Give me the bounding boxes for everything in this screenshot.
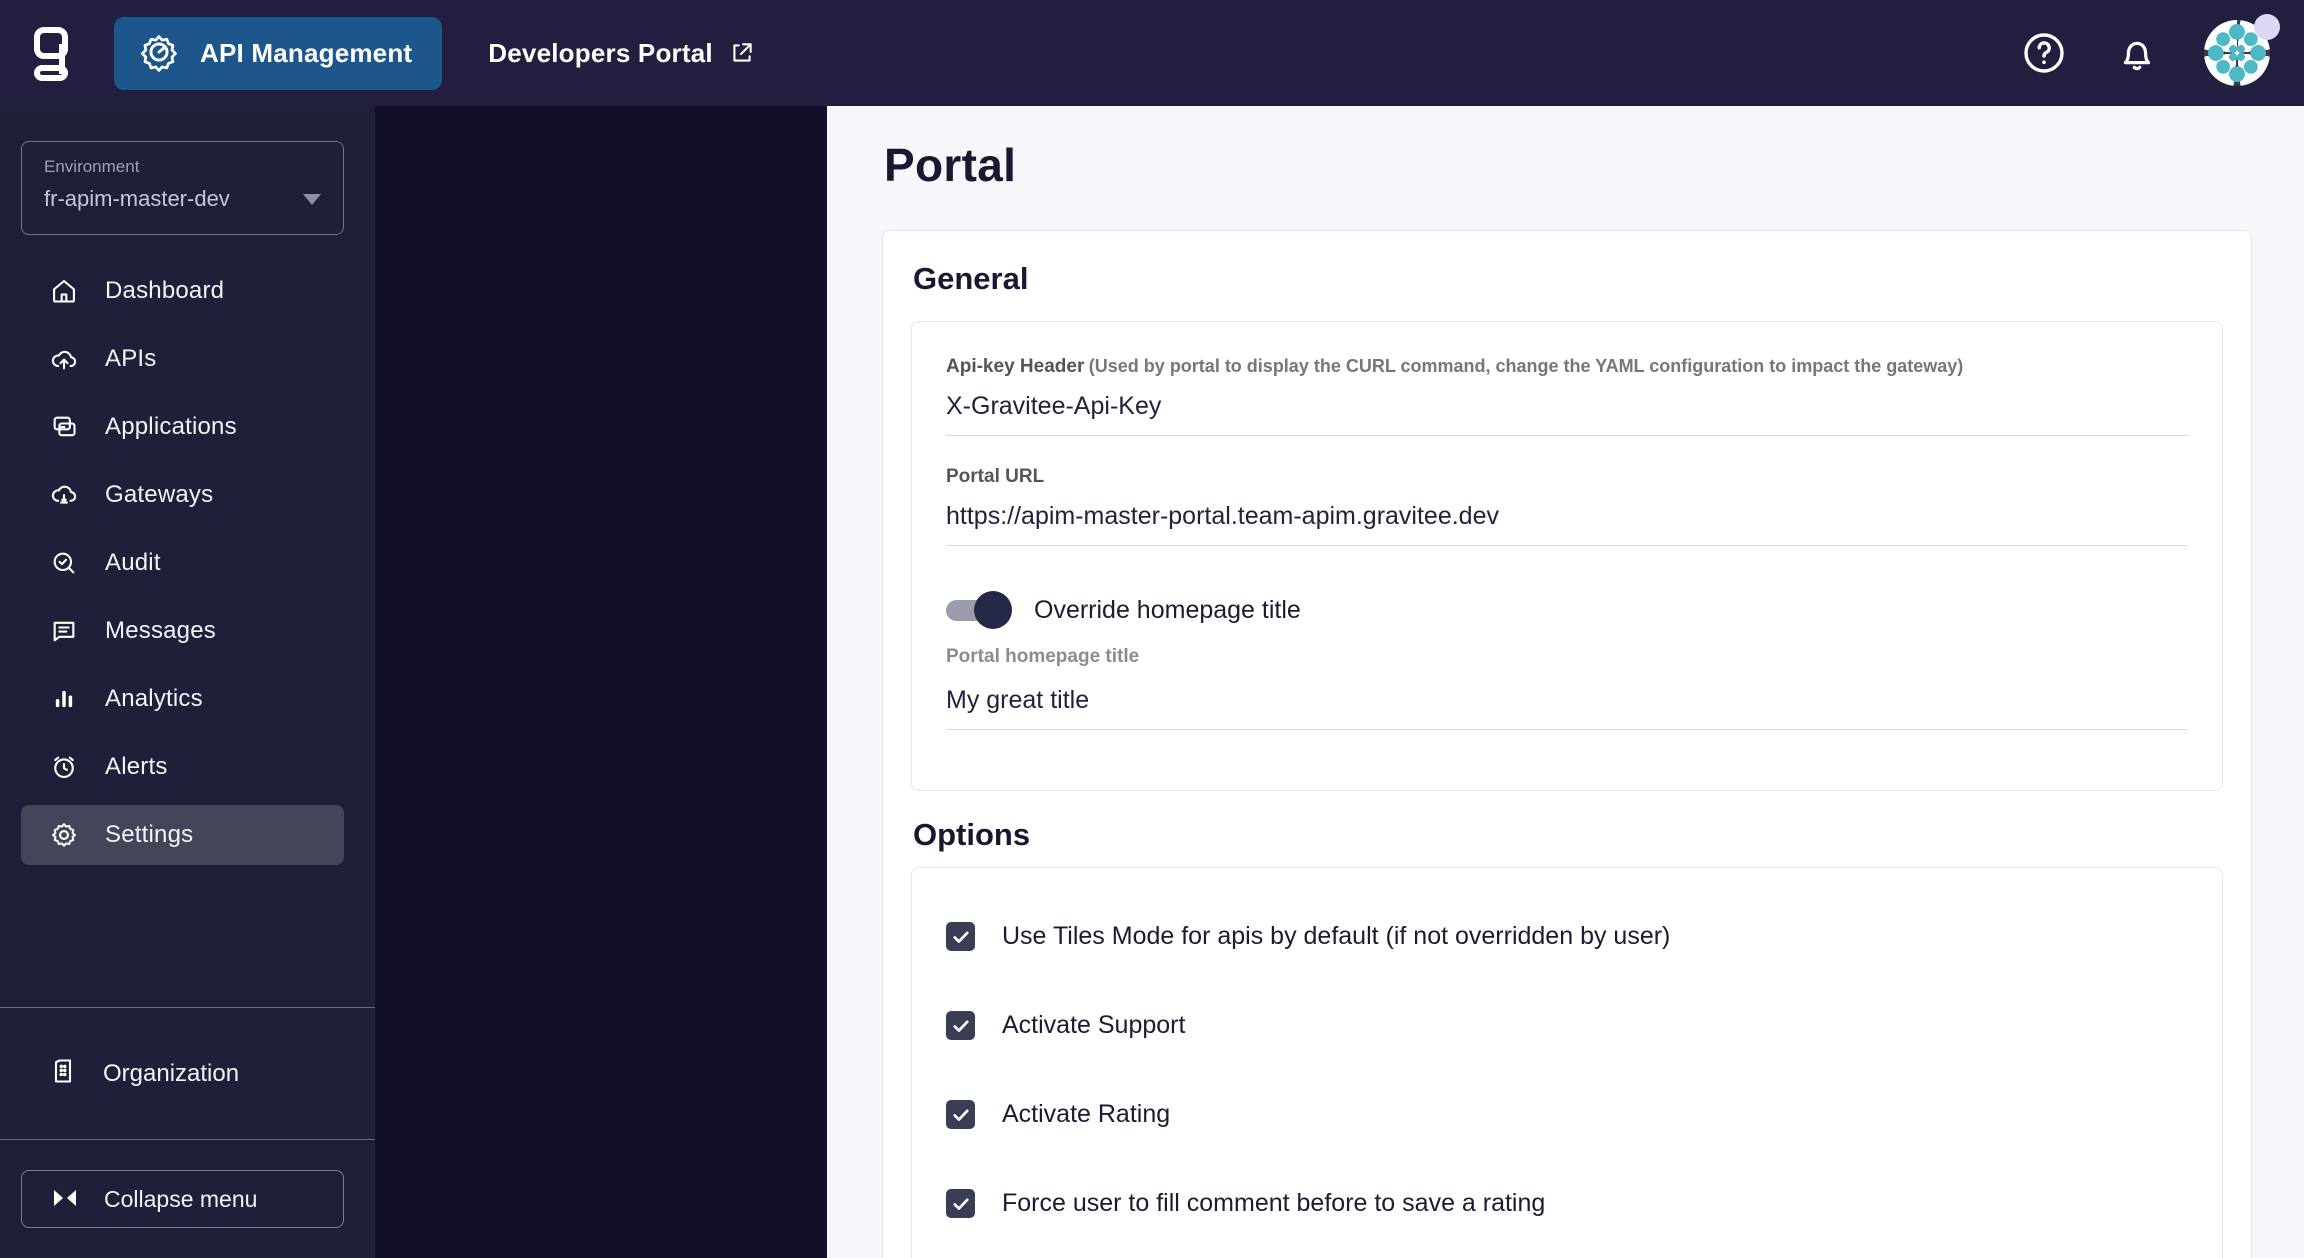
portal-url-input[interactable]: https://apim-master-portal.team-apim.gra… [946, 502, 2188, 546]
portal-settings-card: General Api-key Header (Used by portal t… [882, 230, 2252, 1258]
checkbox-tiles-mode[interactable]: Use Tiles Mode for apis by default (if n… [946, 922, 2188, 951]
checkbox-activate-support[interactable]: Activate Support [946, 1011, 2188, 1040]
sidebar-item-alerts[interactable]: Alerts [21, 737, 344, 797]
bell-icon[interactable] [2114, 30, 2160, 76]
secondary-panel [375, 106, 827, 1258]
api-management-label: API Management [200, 37, 413, 68]
developers-portal-label: Developers Portal [488, 37, 713, 68]
sidebar-item-apis[interactable]: APIs [21, 329, 344, 389]
gear-icon [49, 820, 79, 850]
sidebar-item-messages[interactable]: Messages [21, 601, 344, 661]
developers-portal-link[interactable]: Developers Portal [488, 38, 755, 69]
sidebar-item-audit[interactable]: Audit [21, 533, 344, 593]
checkbox-checked-icon [946, 1100, 975, 1129]
options-heading: Options [913, 817, 1031, 852]
audit-search-check-icon [49, 548, 79, 578]
sidebar-item-gateways[interactable]: Gateways [21, 465, 344, 525]
organization-icon [49, 1057, 77, 1090]
override-homepage-toggle[interactable] [946, 590, 1012, 630]
options-fieldset: Use Tiles Mode for apis by default (if n… [911, 867, 2223, 1258]
main-content: Portal General Api-key Header (Used by p… [827, 106, 2304, 1258]
sidebar: Environment fr-apim-master-dev Dashboard… [0, 106, 375, 1258]
apikey-header-field: Api-key Header (Used by portal to displa… [946, 356, 2188, 436]
portal-homepage-title-input[interactable]: My great title [946, 686, 2188, 730]
collapse-icon [50, 1187, 80, 1212]
checkbox-checked-icon [946, 922, 975, 951]
sidebar-item-organization[interactable]: Organization [0, 1008, 375, 1139]
avatar-status-badge [2254, 14, 2280, 40]
topbar-actions [2020, 14, 2280, 86]
environment-selector[interactable]: Environment fr-apim-master-dev [21, 141, 344, 235]
apim-gear-icon [138, 31, 180, 76]
page-title: Portal [884, 139, 1017, 191]
override-homepage-toggle-label: Override homepage title [1034, 595, 1301, 624]
sidebar-item-dashboard[interactable]: Dashboard [21, 261, 344, 321]
sidebar-item-settings[interactable]: Settings [21, 805, 344, 865]
applications-icon [49, 412, 79, 442]
checkbox-activate-rating[interactable]: Activate Rating [946, 1100, 2188, 1129]
apikey-header-input[interactable]: X-Gravitee-Api-Key [946, 392, 2188, 436]
alarm-clock-icon [49, 752, 79, 782]
chevron-down-icon [303, 193, 321, 205]
checkbox-checked-icon [946, 1189, 975, 1218]
cloud-upload-icon [49, 344, 79, 374]
checkbox-force-comment[interactable]: Force user to fill comment before to sav… [946, 1189, 2188, 1218]
portal-url-field: Portal URL https://apim-master-portal.te… [946, 466, 2188, 546]
general-heading: General [913, 261, 1029, 296]
top-bar: API Management Developers Portal [0, 0, 2304, 106]
apikey-header-hint: (Used by portal to display the CURL comm… [1088, 356, 1964, 376]
help-icon[interactable] [2020, 29, 2068, 77]
home-icon [49, 276, 79, 306]
api-management-button[interactable]: API Management [114, 16, 443, 90]
sidebar-nav: Dashboard APIs Applications Gateways Aud… [0, 261, 375, 873]
portal-url-label: Portal URL [946, 466, 1045, 487]
environment-value: fr-apim-master-dev [44, 186, 230, 211]
override-homepage-toggle-row: Override homepage title [946, 590, 2188, 630]
apikey-header-label: Api-key Header [946, 356, 1085, 377]
external-link-icon [733, 43, 752, 62]
collapse-menu-button[interactable]: Collapse menu [21, 1170, 344, 1228]
sidebar-item-applications[interactable]: Applications [21, 397, 344, 457]
app-window: API Management Developers Portal Environ… [0, 0, 2304, 1258]
sidebar-bottom: Organization Collapse menu [0, 1007, 375, 1258]
checkbox-checked-icon [946, 1011, 975, 1040]
general-fieldset: Api-key Header (Used by portal to displa… [911, 321, 2223, 791]
portal-homepage-title-label: Portal homepage title [946, 646, 1140, 667]
bar-chart-icon [49, 684, 79, 714]
user-avatar[interactable] [2204, 14, 2280, 86]
cloud-download-icon [49, 480, 79, 510]
message-icon [49, 616, 79, 646]
sidebar-item-analytics[interactable]: Analytics [21, 669, 344, 729]
environment-label: Environment [44, 157, 140, 176]
gravitee-logo-icon [34, 21, 78, 85]
